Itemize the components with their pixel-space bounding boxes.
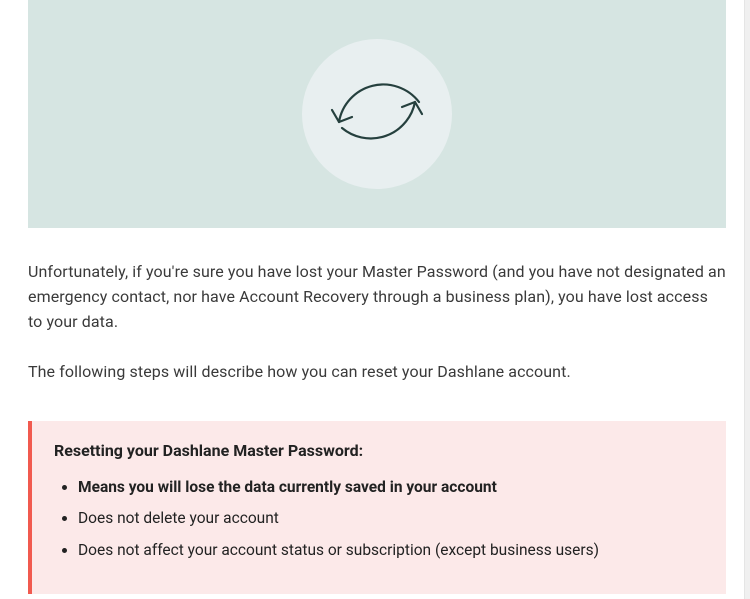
- body-paragraph-1: Unfortunately, if you're sure you have l…: [28, 260, 726, 334]
- refresh-cycle-icon: [312, 52, 442, 176]
- callout-item: Does not delete your account: [78, 507, 704, 530]
- callout-list: Means you will lose the data currently s…: [54, 476, 704, 562]
- warning-callout: Resetting your Dashlane Master Password:…: [28, 421, 726, 594]
- callout-item: Means you will lose the data currently s…: [78, 476, 704, 499]
- article-container: Unfortunately, if you're sure you have l…: [0, 0, 750, 594]
- hero-icon-background: [302, 39, 452, 189]
- right-edge-divider: [744, 0, 750, 599]
- callout-item: Does not affect your account status or s…: [78, 539, 704, 562]
- body-paragraph-2: The following steps will describe how yo…: [28, 360, 726, 385]
- hero-panel: [28, 0, 726, 228]
- callout-title: Resetting your Dashlane Master Password:: [54, 441, 704, 460]
